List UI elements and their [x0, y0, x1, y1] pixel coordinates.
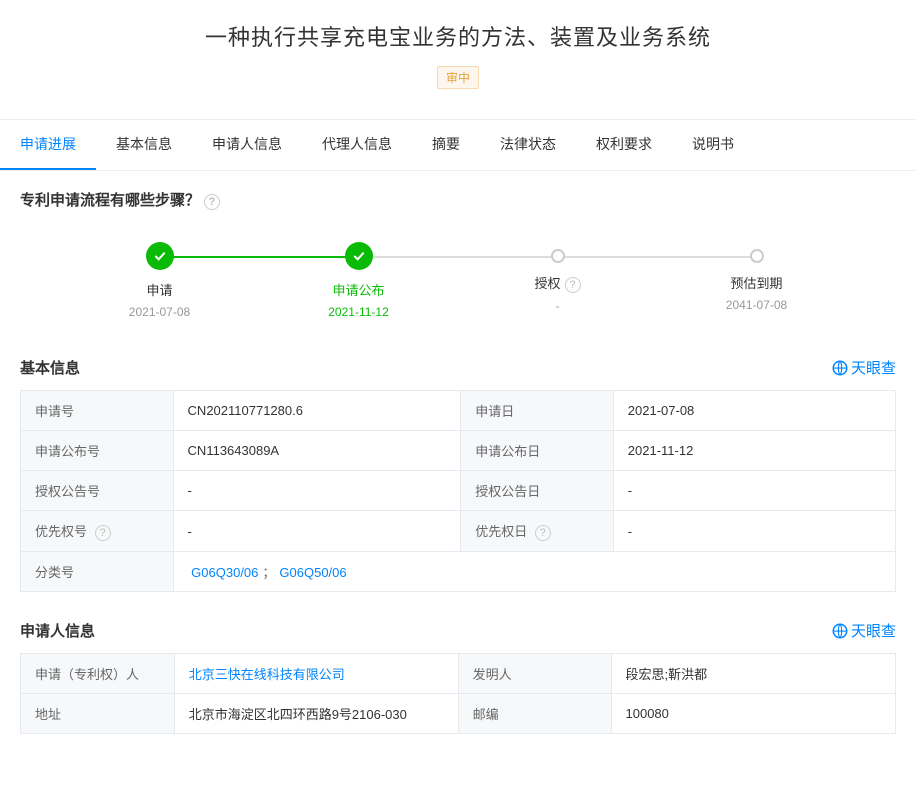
globe-icon	[831, 622, 849, 640]
cell-key: 优先权日 ?	[461, 511, 614, 552]
cell-key: 优先权号 ?	[21, 511, 174, 552]
basic-table: 申请号CN202110771280.6申请日2021-07-08申请公布号CN1…	[20, 390, 896, 592]
step-label: 授权?	[458, 273, 657, 293]
cell-key: 授权公告号	[21, 471, 174, 511]
step-label: 预估到期	[657, 273, 856, 292]
globe-icon	[831, 359, 849, 377]
applicant-link[interactable]: 北京三快在线科技有限公司	[189, 667, 345, 682]
timeline: 申请 2021-07-08申请公布 2021-11-12授权? -预估到期 2041-0…	[20, 222, 896, 329]
applicant-title: 申请人信息	[20, 620, 95, 641]
cell-val: 2021-07-08	[613, 391, 895, 431]
step-label: 申请公布	[259, 280, 458, 299]
cell-key: 授权公告日	[461, 471, 614, 511]
step-date: -	[458, 299, 657, 313]
tab-7[interactable]: 说明书	[672, 120, 754, 170]
step-label: 申请	[60, 280, 259, 299]
timeline-step: 申请公布 2021-11-12	[259, 242, 458, 319]
cell-val: -	[613, 511, 895, 552]
tab-5[interactable]: 法律状态	[480, 120, 576, 170]
table-row: 地址北京市海淀区北四环西路9号2106-030邮编100080	[21, 694, 896, 734]
tab-4[interactable]: 摘要	[412, 120, 480, 170]
table-row: 申请公布号CN113643089A申请公布日2021-11-12	[21, 431, 896, 471]
tab-6[interactable]: 权利要求	[576, 120, 672, 170]
table-row: 优先权号 ?-优先权日 ?-	[21, 511, 896, 552]
cell-val: CN113643089A	[173, 431, 461, 471]
help-icon[interactable]: ?	[535, 525, 551, 541]
cell-val: -	[173, 471, 461, 511]
progress-title: 专利申请流程有哪些步骤？?	[20, 189, 220, 210]
timeline-step: 申请 2021-07-08	[60, 242, 259, 319]
table-row: 申请（专利权）人北京三快在线科技有限公司 发明人段宏思;靳洪都	[21, 654, 896, 694]
help-icon[interactable]: ?	[95, 525, 111, 541]
cell-val: -	[173, 511, 461, 552]
cell-val: 段宏思;靳洪都	[611, 654, 896, 694]
cell-val: 北京市海淀区北四环西路9号2106-030	[174, 694, 458, 734]
help-icon[interactable]: ?	[565, 277, 581, 293]
help-icon[interactable]: ?	[204, 194, 220, 210]
cell-key: 邮编	[458, 694, 611, 734]
check-icon	[345, 242, 373, 270]
brand-logo[interactable]: 天眼查	[831, 357, 896, 378]
cell-key: 申请日	[461, 391, 614, 431]
applicant-table: 申请（专利权）人北京三快在线科技有限公司发明人段宏思;靳洪都地址北京市海淀区北四…	[20, 653, 896, 734]
cell-key: 申请（专利权）人	[21, 654, 175, 694]
step-date: 2021-11-12	[259, 305, 458, 319]
cell-val: 100080	[611, 694, 896, 734]
table-row: 授权公告号-授权公告日-	[21, 471, 896, 511]
section-basic: 基本信息 天眼查 申请号CN202110771280.6申请日2021-07-0…	[0, 339, 916, 602]
tab-0[interactable]: 申请进展	[0, 120, 96, 170]
check-icon	[146, 242, 174, 270]
timeline-step: 授权? -	[458, 242, 657, 313]
cell-val: G06Q30/06；G06Q50/06	[173, 552, 895, 592]
step-date: 2041-07-08	[657, 298, 856, 312]
cell-val: 北京三快在线科技有限公司	[174, 654, 458, 694]
tab-1[interactable]: 基本信息	[96, 120, 192, 170]
tab-bar: 申请进展基本信息申请人信息代理人信息摘要法律状态权利要求说明书	[0, 119, 916, 171]
class-code-link[interactable]: G06Q50/06	[279, 565, 346, 580]
table-row: 申请号CN202110771280.6申请日2021-07-08	[21, 391, 896, 431]
section-progress: 专利申请流程有哪些步骤？? 申请 2021-07-08申请公布 2021-11-12…	[0, 171, 916, 339]
cell-key: 地址	[21, 694, 175, 734]
tab-2[interactable]: 申请人信息	[192, 120, 302, 170]
cell-val: CN202110771280.6	[173, 391, 461, 431]
patent-title: 一种执行共享充电宝业务的方法、装置及业务系统	[0, 20, 916, 52]
cell-key: 发明人	[458, 654, 611, 694]
brand-logo[interactable]: 天眼查	[831, 620, 896, 641]
cell-key: 申请公布日	[461, 431, 614, 471]
circle-icon	[551, 249, 565, 263]
cell-key: 分类号	[21, 552, 174, 592]
timeline-step: 预估到期 2041-07-08	[657, 242, 856, 312]
cell-key: 申请号	[21, 391, 174, 431]
class-code-link[interactable]: G06Q30/06	[191, 565, 258, 580]
cell-key: 申请公布号	[21, 431, 174, 471]
step-date: 2021-07-08	[60, 305, 259, 319]
tab-3[interactable]: 代理人信息	[302, 120, 412, 170]
cell-val: -	[613, 471, 895, 511]
page-header: 一种执行共享充电宝业务的方法、装置及业务系统 审中	[0, 0, 916, 101]
table-row: 分类号 G06Q30/06；G06Q50/06	[21, 552, 896, 592]
basic-title: 基本信息	[20, 357, 80, 378]
circle-icon	[750, 249, 764, 263]
cell-val: 2021-11-12	[613, 431, 895, 471]
status-badge: 审中	[437, 66, 479, 89]
section-applicant: 申请人信息 天眼查 申请（专利权）人北京三快在线科技有限公司 发明人段宏思;靳洪都…	[0, 602, 916, 744]
